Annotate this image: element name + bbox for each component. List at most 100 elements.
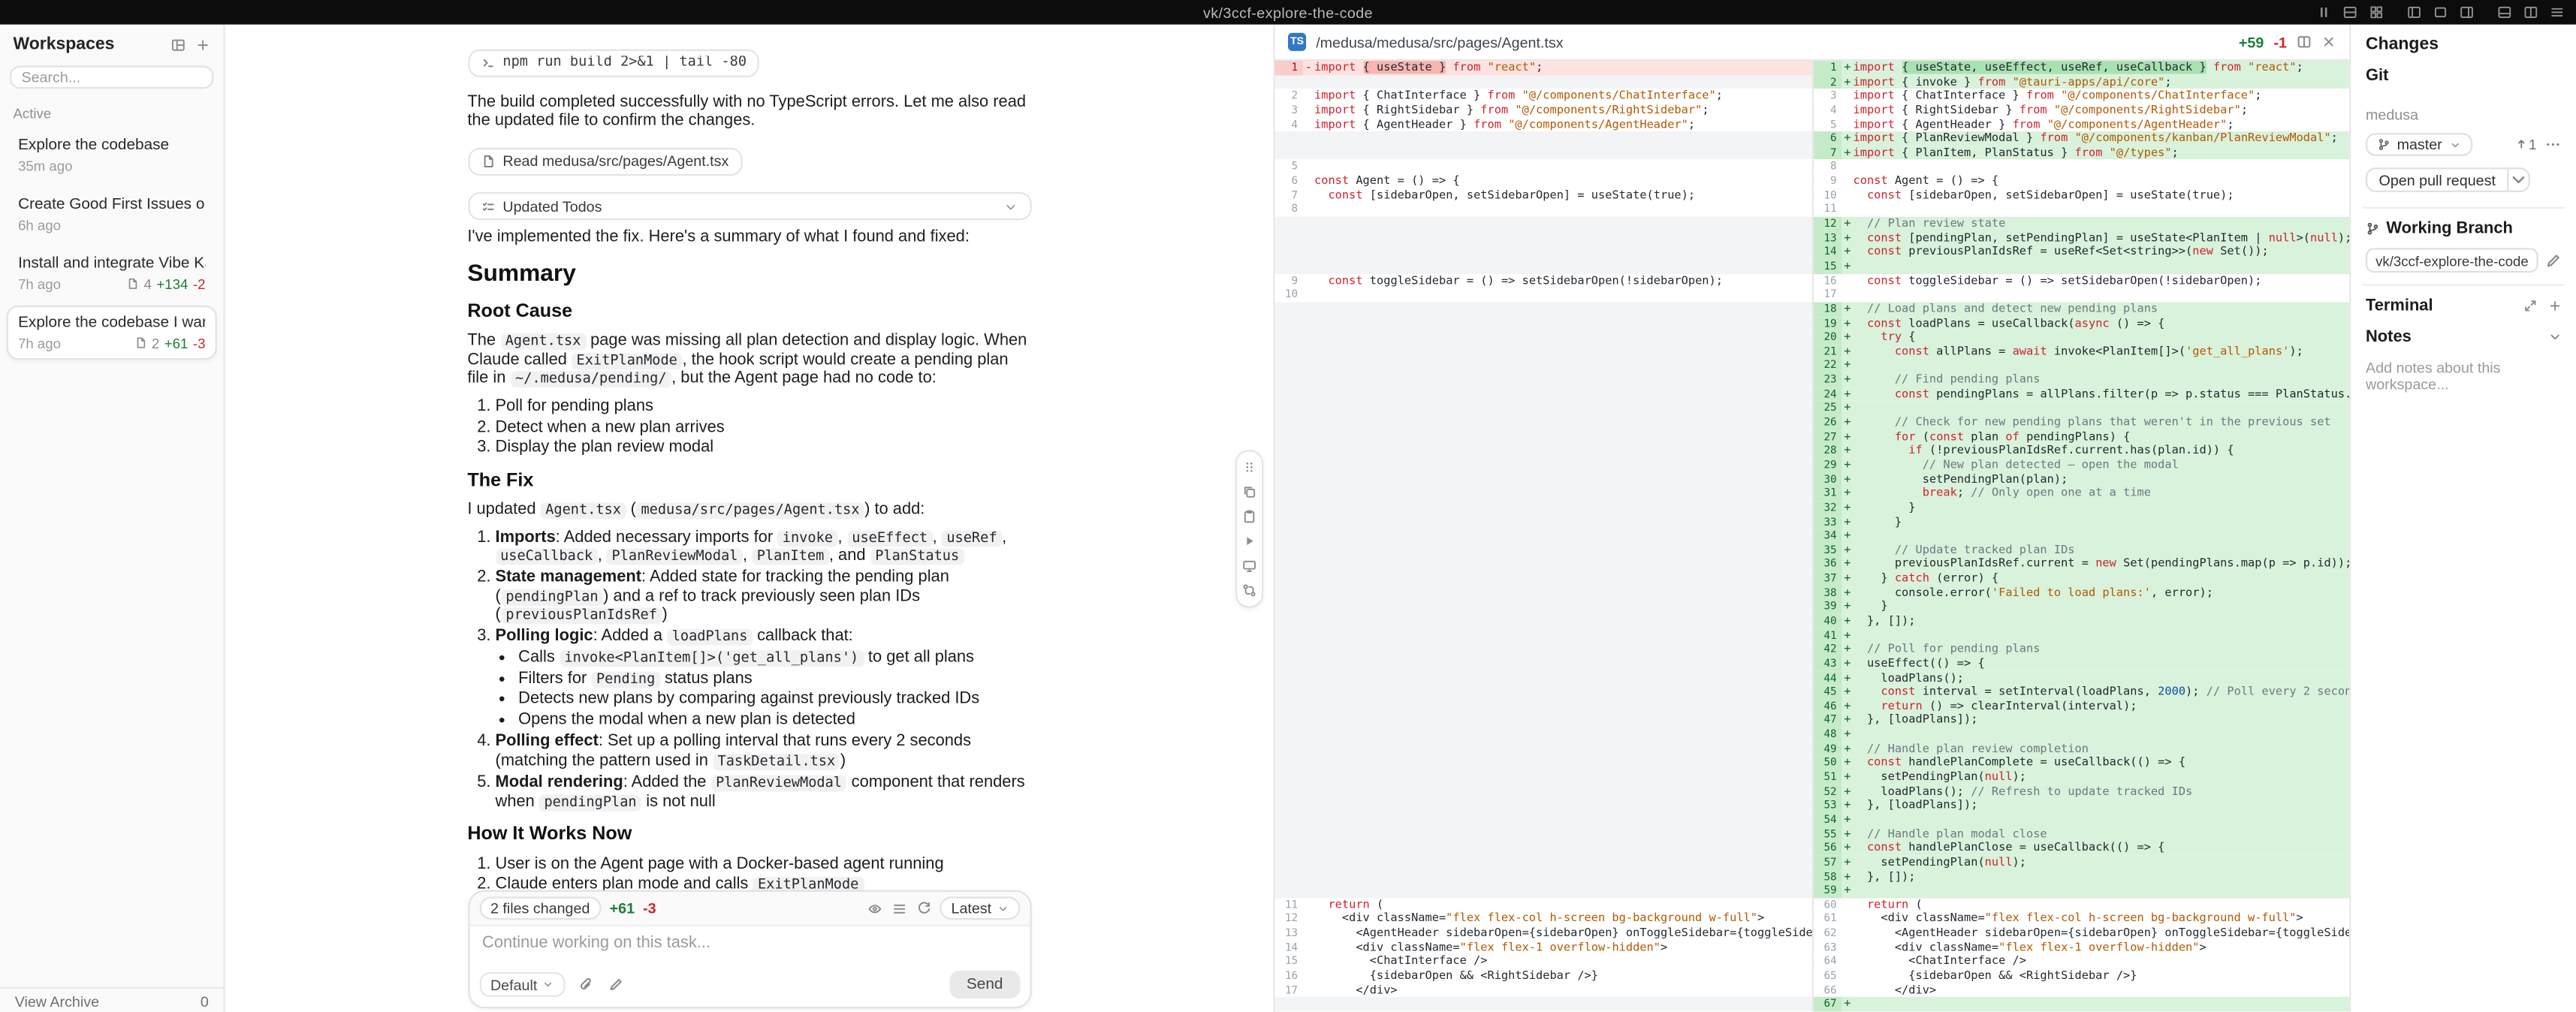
model-label: Default (490, 976, 537, 992)
square-icon[interactable] (2433, 5, 2448, 20)
pr-options-button[interactable] (2507, 167, 2530, 192)
workspace-list: Explore the codebase35m agoCreate Good F… (7, 128, 217, 360)
changes-panel: Changes Git medusa master 1 (2349, 25, 2576, 1012)
view-archive-link[interactable]: View Archive (15, 992, 99, 1009)
panel-bottom-icon[interactable] (2497, 5, 2512, 20)
attach-file-icon[interactable] (578, 977, 594, 992)
notes-placeholder: Add notes about this workspace... (2366, 360, 2561, 393)
diff-new-cell: 35+ // Update tracked plan IDs (1812, 544, 2349, 558)
close-icon[interactable] (2321, 35, 2336, 50)
panel-right-icon[interactable] (2460, 5, 2475, 20)
diff-new-cell: 30+ setPendingPlan(plan); (1812, 472, 2349, 486)
diff-row: 59+ (1275, 884, 2350, 898)
files-count: 2 (152, 335, 159, 351)
file-icon (127, 278, 139, 290)
plus-icon[interactable] (195, 37, 210, 52)
workspace-item[interactable]: Explore the codebase I want you to ex...… (7, 306, 217, 360)
workspace-item[interactable]: Install and integrate Vibe Kanban Web...… (7, 246, 217, 300)
files-changed-badge[interactable]: 2 files changed (479, 896, 602, 920)
workspace-stats: 2+61-3 (134, 335, 206, 351)
diff-new-cell: 10 const [sidebarOpen, setSidebarOpen] =… (1812, 188, 2349, 203)
inline-code: Agent.tsx (541, 502, 626, 519)
diff-row: 25+ (1275, 402, 2350, 416)
diff-row: 35+ // Update tracked plan IDs (1275, 544, 2350, 558)
file-read-chip[interactable]: Read medusa/src/pages/Agent.tsx (467, 147, 741, 176)
drag-handle-icon[interactable] (1242, 460, 1257, 475)
open-pr-button[interactable]: Open pull request (2366, 167, 2507, 192)
pause-icon[interactable] (2316, 5, 2331, 20)
command-chip[interactable]: npm run build 2>&1 | tail -80 (467, 50, 759, 77)
diff-new-cell: 13+ const [pendingPlan, setPendingPlan] … (1812, 231, 2349, 245)
rows-icon[interactable] (2342, 5, 2357, 20)
diff-row: 11 return (60 return ( (1275, 898, 2350, 912)
diff-header-icons (2297, 35, 2336, 50)
diff-new-cell: 25+ (1812, 402, 2349, 416)
diff-new-cell: 33+ } (1812, 515, 2349, 529)
diff-row: 53+ }, [loadPlans]); (1275, 799, 2350, 813)
sub-list-item: Detects new plans by comparing against p… (518, 691, 1031, 709)
section-heading: Summary (467, 261, 1030, 288)
composer: 2 files changed +61 -3 Latest Defau (467, 890, 1030, 1009)
split-icon[interactable] (2523, 5, 2538, 20)
send-button[interactable]: Send (950, 971, 1019, 998)
branch-menu-button[interactable] (2544, 137, 2561, 153)
main-layout: Workspaces Active Explore the codebase35… (0, 25, 2576, 1012)
git-compare-icon[interactable] (1242, 583, 1257, 598)
list-icon[interactable] (892, 901, 907, 916)
diff-new-cell: 45+ const interval = setInterval(loadPla… (1812, 685, 2349, 700)
diff-old-cell (1275, 643, 1812, 657)
working-branch-input[interactable] (2366, 248, 2538, 273)
diff-row: 21+ const allPlans = await invoke<PlanIt… (1275, 345, 2350, 359)
panel-left-icon[interactable] (2407, 5, 2422, 20)
pull-request-row: Open pull request (2366, 167, 2561, 192)
inline-code: useCallback (496, 549, 598, 565)
diff-new-cell: 40+ }, []); (1812, 614, 2349, 628)
eye-icon[interactable] (867, 901, 882, 916)
diff-new-cell: 21+ const allPlans = await invoke<PlanIt… (1812, 345, 2349, 359)
notes-collapse-icon[interactable] (2547, 330, 2562, 345)
model-selector[interactable]: Default (479, 972, 566, 997)
branch-selector[interactable]: master (2366, 133, 2472, 156)
diff-row: 47+ }, [loadPlans]); (1275, 713, 2350, 727)
refresh-icon[interactable] (917, 901, 932, 916)
diff-row: 28+ if (!previousPlanIdsRef.current.has(… (1275, 444, 2350, 458)
workspace-timestamp: 7h ago (18, 276, 61, 293)
chip-label: Read medusa/src/pages/Agent.tsx (502, 153, 728, 170)
diff-old-cell (1275, 785, 1812, 799)
inline-code: PlanReviewModal (607, 549, 743, 565)
diff-old-cell (1275, 245, 1812, 260)
files-count: 4 (144, 276, 152, 293)
panels-icon[interactable] (171, 37, 186, 52)
monitor-icon[interactable] (1242, 559, 1257, 574)
diff-new-cell: 60 return ( (1812, 898, 2349, 912)
copy-icon[interactable] (1242, 484, 1257, 499)
diff-row: 17 </div>66 </div> (1275, 983, 2350, 998)
grid-icon[interactable] (2369, 5, 2384, 20)
message-input[interactable] (469, 926, 1030, 968)
search-input[interactable] (10, 66, 213, 89)
diff-old-cell (1275, 515, 1812, 529)
edit-branch-icon[interactable] (2544, 252, 2561, 269)
list-item: Poll for pending plans (496, 398, 1031, 417)
edit-icon[interactable] (607, 977, 623, 992)
chevron-down-icon[interactable] (1004, 200, 1018, 214)
version-selector[interactable]: Latest (940, 896, 1019, 920)
workspace-item[interactable]: Explore the codebase35m ago (7, 128, 217, 182)
diff-row: 32+ } (1275, 501, 2350, 515)
menu-icon[interactable] (2550, 5, 2565, 20)
play-icon[interactable] (1242, 534, 1257, 549)
diff-row: 26+ // Check for new pending plans that … (1275, 415, 2350, 429)
todos-chip[interactable]: Updated Todos (467, 192, 1030, 221)
diff-new-cell: 24+ const pendingPlans = allPlans.filter… (1812, 387, 2349, 402)
diff-new-cell: 22+ (1812, 359, 2349, 373)
diff-old-cell: 9 const toggleSidebar = () => setSidebar… (1275, 273, 1812, 288)
clipboard-icon[interactable] (1242, 509, 1257, 524)
workspaces-title: Workspaces (14, 35, 115, 54)
workspace-item[interactable]: Create Good First Issues on Github So...… (7, 187, 217, 241)
new-terminal-icon[interactable] (2547, 300, 2562, 314)
diff-row: 6const Agent = () => {9const Agent = () … (1275, 174, 2350, 188)
expand-terminal-icon[interactable] (2523, 300, 2538, 314)
inline-code: previousPlanIdsRef (501, 608, 662, 625)
diff-row: 67+ (1275, 997, 2350, 1011)
split-icon[interactable] (2297, 35, 2312, 50)
